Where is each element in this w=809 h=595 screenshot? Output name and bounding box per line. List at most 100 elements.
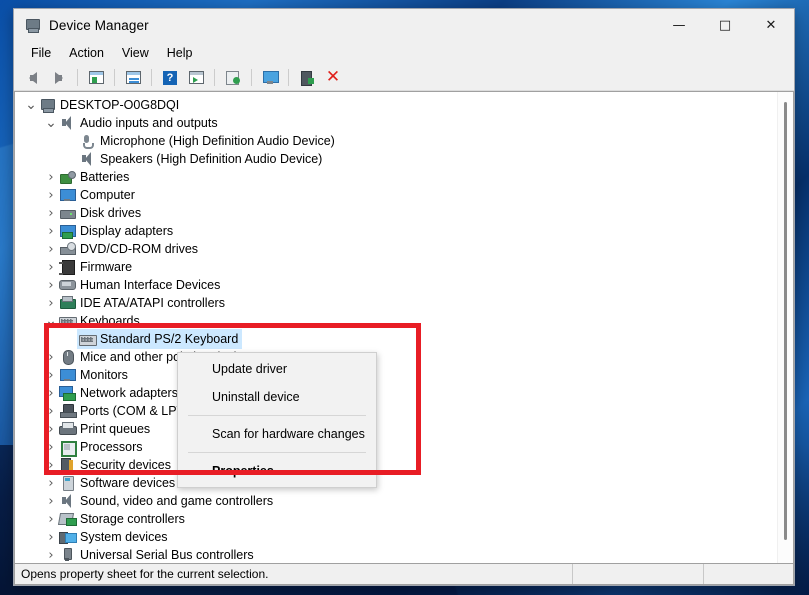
tree-item[interactable]: ⌄ Keyboards	[15, 312, 793, 330]
chevron-down-icon[interactable]: ⌄	[43, 114, 59, 132]
tree-item[interactable]: Microphone (High Definition Audio Device…	[15, 132, 793, 150]
chevron-right-icon[interactable]: ›	[43, 276, 59, 294]
chevron-right-icon[interactable]: ›	[43, 492, 59, 510]
tree-item[interactable]: › Firmware	[15, 258, 793, 276]
tree-item[interactable]: › Network adapters	[15, 384, 793, 402]
tree-item[interactable]: Speakers (High Definition Audio Device)	[15, 150, 793, 168]
maximize-button[interactable]: □	[702, 9, 748, 41]
tree-item-content: Storage controllers	[59, 510, 185, 528]
chevron-right-icon[interactable]: ›	[43, 222, 59, 240]
status-cell-2	[573, 564, 703, 584]
context-menu-separator	[188, 452, 366, 453]
chevron-right-icon[interactable]: ›	[43, 204, 59, 222]
tree-item[interactable]: › IDE ATA/ATAPI controllers	[15, 294, 793, 312]
tree-item-label: Microphone (High Definition Audio Device…	[100, 134, 335, 148]
tree-item[interactable]: › Processors	[15, 438, 793, 457]
chevron-right-icon[interactable]: ›	[43, 510, 59, 528]
usb-icon	[59, 547, 76, 563]
chevron-right-icon[interactable]: ›	[43, 528, 59, 546]
tree-item-content: Disk drives	[59, 204, 141, 222]
menu-item-view[interactable]: View	[113, 43, 158, 63]
tree-item[interactable]: › DVD/CD-ROM drives	[15, 240, 793, 258]
tree-item-content: Network adapters	[59, 384, 178, 402]
uninstall-device-icon: ✕	[325, 67, 341, 87]
tree-item[interactable]: ⌄ Audio inputs and outputs	[15, 114, 793, 132]
menu-item-action[interactable]: Action	[60, 43, 113, 63]
tree-item-content: Monitors	[59, 366, 128, 384]
tree-item-selected[interactable]: Standard PS/2 Keyboard	[15, 329, 793, 349]
tree-item[interactable]: › Batteries	[15, 168, 793, 186]
tree-item-content: Sound, video and game controllers	[59, 492, 273, 510]
tree-item-label: Human Interface Devices	[80, 278, 221, 292]
chevron-right-icon[interactable]: ›	[43, 546, 59, 563]
tree-item[interactable]: › Computer	[15, 186, 793, 204]
menu-item-file[interactable]: File	[22, 43, 60, 63]
menu-item-help[interactable]: Help	[158, 43, 202, 63]
toolbar-button-display-resources[interactable]	[258, 67, 282, 89]
toolbar-button-show-hide-console-tree[interactable]	[84, 67, 108, 89]
chevron-right-icon[interactable]: ›	[43, 240, 59, 258]
desktop-background: Device Manager — □ ✕ File Action View Help …	[0, 0, 809, 595]
tree-item[interactable]: › System devices	[15, 528, 793, 546]
chevron-right-icon[interactable]: ›	[43, 294, 59, 312]
tree-item[interactable]: › Display adapters	[15, 222, 793, 240]
toolbar-button-uninstall-device[interactable]: ✕	[321, 67, 345, 89]
chevron-right-icon[interactable]: ›	[43, 366, 59, 384]
vertical-scrollbar[interactable]	[777, 92, 793, 563]
chevron-down-icon[interactable]: ⌄	[23, 96, 39, 114]
mouse-icon	[59, 349, 76, 365]
tree-item[interactable]: › Universal Serial Bus controllers	[15, 546, 793, 563]
tree-item-label: System devices	[80, 530, 168, 544]
tree-item-label: Processors	[80, 440, 143, 454]
chevron-right-icon[interactable]: ›	[43, 186, 59, 204]
chevron-right-icon[interactable]: ›	[43, 456, 59, 474]
tree-item-label: Keyboards	[80, 314, 140, 328]
tree-item-content: Human Interface Devices	[59, 276, 220, 294]
toolbar-button-scan-for-hardware-changes[interactable]	[221, 67, 245, 89]
sw-icon	[59, 475, 76, 491]
tree-item[interactable]: › Disk drives	[15, 204, 793, 222]
context-menu-item-uninstall-device[interactable]: Uninstall device	[178, 383, 376, 411]
scrollbar-thumb[interactable]	[784, 102, 787, 540]
toolbar-button-back[interactable]	[21, 67, 45, 89]
tree-item-content: Print queues	[59, 420, 150, 438]
tree-item[interactable]: › Ports (COM & LPT)	[15, 402, 793, 420]
tree-item[interactable]: › Print queues	[15, 420, 793, 438]
chevron-right-icon[interactable]: ›	[43, 258, 59, 276]
tree-item-content: Microphone (High Definition Audio Device…	[79, 132, 335, 150]
chevron-down-icon[interactable]: ⌄	[43, 312, 59, 330]
toolbar-button-forward[interactable]	[47, 67, 71, 89]
context-menu-item-scan-for-hardware-changes[interactable]: Scan for hardware changes	[178, 420, 376, 448]
tree-item[interactable]: › Mice and other pointing devices	[15, 348, 793, 366]
tree-item[interactable]: › Human Interface Devices	[15, 276, 793, 294]
tree-item-content: Display adapters	[59, 222, 173, 240]
chevron-right-icon[interactable]: ›	[43, 420, 59, 438]
chevron-right-icon[interactable]: ›	[43, 474, 59, 492]
tree-item-content: Batteries	[59, 168, 129, 186]
back-icon	[29, 71, 37, 84]
tree-item[interactable]: › Storage controllers	[15, 510, 793, 528]
tree-item[interactable]: › Sound, video and game controllers	[15, 492, 793, 510]
tree-item-label: Display adapters	[80, 224, 174, 238]
chevron-right-icon[interactable]: ›	[43, 402, 59, 420]
close-button[interactable]: ✕	[748, 9, 794, 41]
chevron-right-icon[interactable]: ›	[43, 438, 59, 456]
toolbar-button-update-driver[interactable]	[184, 67, 208, 89]
minimize-button[interactable]: —	[656, 9, 702, 41]
title-bar[interactable]: Device Manager — □ ✕	[14, 9, 794, 41]
context-menu-item-properties[interactable]: Properties	[178, 457, 376, 485]
tree-item[interactable]: › Monitors	[15, 366, 793, 384]
context-menu-item-update-driver[interactable]: Update driver	[178, 355, 376, 383]
tree-item[interactable]: ⌄ DESKTOP-O0G8DQI	[15, 96, 793, 114]
toolbar-separator	[114, 69, 115, 86]
chevron-right-icon[interactable]: ›	[43, 348, 59, 366]
window-title: Device Manager	[49, 17, 149, 33]
toolbar-button-enable-device[interactable]	[295, 67, 319, 89]
chevron-right-icon[interactable]: ›	[43, 384, 59, 402]
chevron-right-icon[interactable]: ›	[43, 168, 59, 186]
tree-item[interactable]: › Software devices	[15, 474, 793, 492]
tree-item[interactable]: › Security devices	[15, 456, 793, 474]
toolbar-button-help[interactable]: ?	[158, 67, 182, 89]
tree-item-content: DESKTOP-O0G8DQI	[39, 96, 179, 114]
toolbar-button-properties[interactable]	[121, 67, 145, 89]
